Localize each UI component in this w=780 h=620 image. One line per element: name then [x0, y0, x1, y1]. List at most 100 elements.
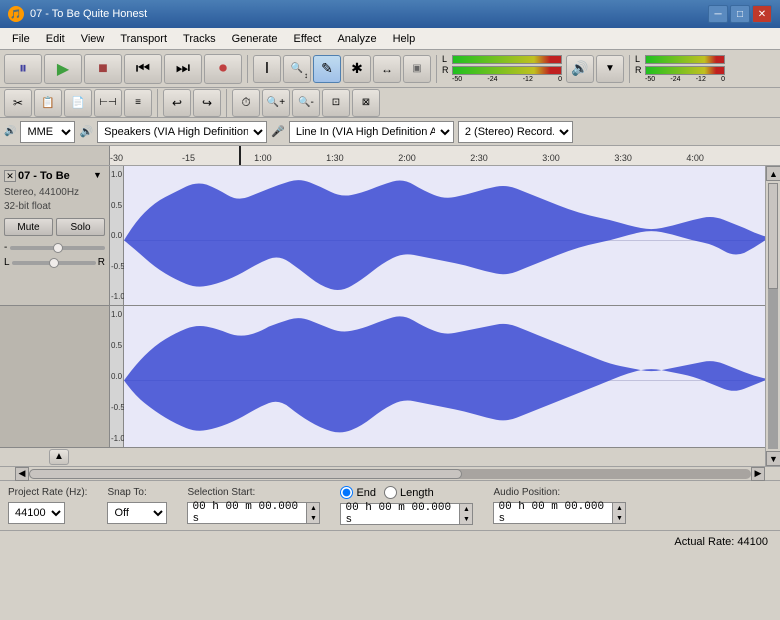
zoom-tool[interactable]: 🔍↕ — [283, 55, 311, 83]
h-scrollbar: ◀ ▶ — [0, 466, 780, 480]
menu-transport[interactable]: Transport — [112, 31, 175, 47]
selection-tool[interactable]: ✱ — [343, 55, 371, 83]
draw-tool[interactable]: ✎ — [313, 55, 341, 83]
zoom-sel-tool[interactable]: ⊠ — [352, 89, 380, 117]
end-label: End — [356, 487, 376, 499]
sel-start-up[interactable]: ▲ — [307, 503, 319, 513]
menu-help[interactable]: Help — [385, 31, 424, 47]
skip-start-button[interactable]: ⏮ — [124, 54, 162, 84]
track-info-1: Stereo, 44100Hz 32-bit float — [4, 186, 105, 214]
audio-position-value[interactable]: 00 h 00 m 00.000 s — [493, 502, 613, 524]
solo-button-1[interactable]: Solo — [56, 218, 105, 236]
pause-button[interactable]: ⏸ — [4, 54, 42, 84]
menu-tracks[interactable]: Tracks — [175, 31, 224, 47]
end-radio-input[interactable] — [340, 486, 353, 499]
menu-view[interactable]: View — [73, 31, 113, 47]
track-buttons-1: Mute Solo — [4, 218, 105, 236]
timeshift-tool[interactable]: ↔ — [373, 55, 401, 83]
silence-tool[interactable]: ≡ — [124, 89, 152, 117]
snap-to-select[interactable]: Off — [107, 502, 167, 524]
menu-generate[interactable]: Generate — [224, 31, 286, 47]
audio-position-label: Audio Position: — [493, 487, 626, 498]
scroll-left-btn[interactable]: ◀ — [15, 467, 29, 481]
end-length-group: End Length 00 h 00 m 00.000 s ▲ ▼ — [340, 486, 473, 525]
pan-slider-1[interactable] — [12, 261, 96, 265]
h-scroll-track[interactable] — [29, 469, 751, 479]
sel-start-down[interactable]: ▼ — [307, 513, 319, 523]
separator-1 — [247, 55, 248, 83]
redo-button[interactable]: ↪ — [193, 89, 221, 117]
menu-bar: File Edit View Transport Tracks Generate… — [0, 28, 780, 50]
track-control-2 — [0, 306, 110, 446]
app-icon: 🎵 — [8, 6, 24, 22]
mic-icon: 🎤 — [271, 125, 285, 138]
skip-end-button[interactable]: ⏭ — [164, 54, 202, 84]
menu-effect[interactable]: Effect — [286, 31, 330, 47]
v-scroll-track[interactable] — [768, 183, 778, 449]
menu-file[interactable]: File — [4, 31, 38, 47]
play-button[interactable]: ▶ — [44, 54, 82, 84]
record-device-select[interactable]: Line In (VIA High Definition Au... — [289, 121, 454, 143]
fit-tool[interactable]: ⊡ — [322, 89, 350, 117]
track-row-2: 1.0 0.5 0.0 -0.5 -1.0 — [0, 306, 765, 446]
mute-button-1[interactable]: Mute — [4, 218, 53, 236]
end-value[interactable]: 00 h 00 m 00.000 s — [340, 503, 460, 525]
track-close-1[interactable]: ✕ — [4, 170, 16, 182]
h-scroll-thumb[interactable] — [29, 469, 462, 479]
copy-tool[interactable]: 📋 — [34, 89, 62, 117]
audio-position-spinbox: 00 h 00 m 00.000 s ▲ ▼ — [493, 502, 626, 524]
project-rate-select[interactable]: 44100 — [8, 502, 65, 524]
playhead — [239, 146, 241, 165]
multi-tool[interactable]: ▣ — [403, 55, 431, 83]
zoom-in-tool[interactable]: 🔍+ — [262, 89, 290, 117]
undo-button[interactable]: ↩ — [163, 89, 191, 117]
waveform-2[interactable]: 1.0 0.5 0.0 -0.5 -1.0 — [110, 306, 765, 446]
scroll-right-btn[interactable]: ▶ — [751, 467, 765, 481]
maximize-button[interactable]: □ — [730, 5, 750, 23]
collapse-row: ▲ — [0, 447, 765, 466]
track-row-1: ✕ 07 - To Be ▼ Stereo, 44100Hz 32-bit fl… — [0, 166, 765, 306]
vu-meter-right: L R -50-24-120 — [635, 54, 725, 83]
v-scroll-thumb[interactable] — [768, 183, 778, 289]
length-radio-input[interactable] — [384, 486, 397, 499]
track-control-1: ✕ 07 - To Be ▼ Stereo, 44100Hz 32-bit fl… — [0, 166, 110, 305]
record-channels-select[interactable]: 2 (Stereo) Record... — [458, 121, 573, 143]
main-area: ✕ 07 - To Be ▼ Stereo, 44100Hz 32-bit fl… — [0, 166, 780, 466]
vu-dropdown[interactable]: ▼ — [596, 55, 624, 83]
vu-controls: 🔊 ▼ — [566, 55, 624, 83]
menu-edit[interactable]: Edit — [38, 31, 73, 47]
stop-button[interactable]: ■ — [84, 54, 122, 84]
pos-down[interactable]: ▼ — [613, 513, 625, 523]
menu-analyze[interactable]: Analyze — [329, 31, 384, 47]
paste-tool[interactable]: 📄 — [64, 89, 92, 117]
cut-tool[interactable]: ✂ — [4, 89, 32, 117]
scroll-up-btn[interactable]: ▲ — [766, 166, 780, 181]
playback-icon: 🔊 — [79, 125, 93, 138]
host-select[interactable]: MME — [20, 121, 75, 143]
minimize-button[interactable]: ─ — [708, 5, 728, 23]
pos-up[interactable]: ▲ — [613, 503, 625, 513]
ibeam-tool[interactable]: I — [253, 55, 281, 83]
selection-start-value[interactable]: 00 h 00 m 00.000 s — [187, 502, 307, 524]
track-collapse-1[interactable]: ▼ — [93, 170, 105, 182]
length-label: Length — [400, 487, 434, 499]
trim-tool[interactable]: ⊢⊣ — [94, 89, 122, 117]
waveform-1[interactable]: 1.0 0.5 0.0 -0.5 -1.0 /* waveform drawn … — [110, 166, 765, 305]
sync-tool[interactable]: ⏱ — [232, 89, 260, 117]
end-down[interactable]: ▼ — [460, 514, 472, 524]
footer: Actual Rate: 44100 — [0, 530, 780, 552]
track-pan-1: L R — [4, 257, 105, 268]
scroll-down-btn[interactable]: ▼ — [766, 451, 780, 466]
playback-device-select[interactable]: Speakers (VIA High Definition A... — [97, 121, 267, 143]
end-up[interactable]: ▲ — [460, 504, 472, 514]
collapse-track-btn[interactable]: ▲ — [49, 449, 69, 465]
close-button[interactable]: ✕ — [752, 5, 772, 23]
end-value-spinbox: 00 h 00 m 00.000 s ▲ ▼ — [340, 503, 473, 525]
vu-speaker-icon[interactable]: 🔊 — [566, 55, 594, 83]
track-gain-1: - — [4, 242, 105, 253]
window-title: 07 - To Be Quite Honest — [30, 8, 147, 20]
record-button[interactable]: ⏺ — [204, 54, 242, 84]
zoom-out-tool[interactable]: 🔍- — [292, 89, 320, 117]
title-bar: 🎵 07 - To Be Quite Honest ─ □ ✕ — [0, 0, 780, 28]
gain-slider-1[interactable] — [10, 246, 105, 250]
